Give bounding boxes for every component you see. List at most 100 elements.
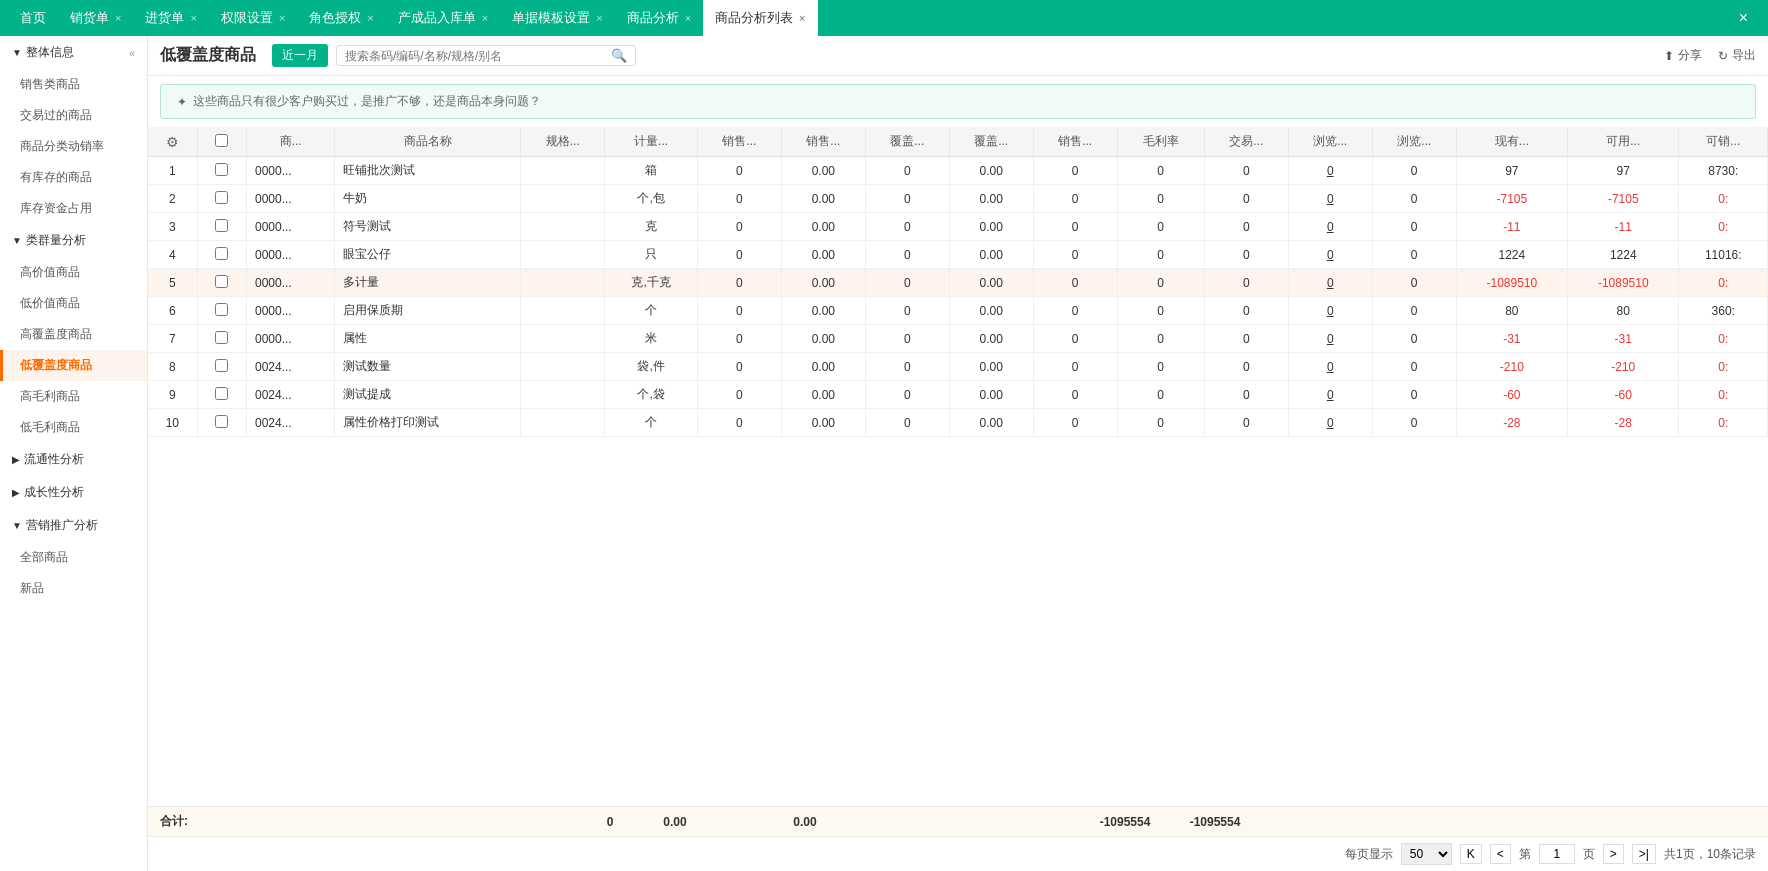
settings-icon[interactable]: ⚙ bbox=[166, 134, 179, 150]
sidebar-item-traded-goods[interactable]: 交易过的商品 bbox=[0, 100, 147, 131]
close-icon[interactable]: × bbox=[596, 12, 602, 24]
sidebar-section-growth[interactable]: ▶ 成长性分析 bbox=[0, 476, 147, 509]
export-button[interactable]: ↻ 导出 bbox=[1718, 47, 1756, 64]
column-checkbox[interactable] bbox=[197, 127, 246, 157]
row-view1[interactable]: 0 bbox=[1288, 409, 1372, 437]
sidebar-item-high-margin[interactable]: 高毛利商品 bbox=[0, 381, 147, 412]
close-icon[interactable]: × bbox=[482, 12, 488, 24]
sidebar-item-category-rate[interactable]: 商品分类动销率 bbox=[0, 131, 147, 162]
row-view1[interactable]: 0 bbox=[1288, 213, 1372, 241]
column-code[interactable]: 商... bbox=[246, 127, 334, 157]
sidebar-item-low-margin[interactable]: 低毛利商品 bbox=[0, 412, 147, 443]
collapse-icon[interactable]: « bbox=[129, 47, 135, 59]
row-view1[interactable]: 0 bbox=[1288, 353, 1372, 381]
column-stock1[interactable]: 现有... bbox=[1456, 127, 1567, 157]
nav-role-auth[interactable]: 角色授权 × bbox=[297, 0, 385, 36]
column-cov2[interactable]: 覆盖... bbox=[949, 127, 1033, 157]
row-select-checkbox[interactable] bbox=[215, 359, 228, 372]
row-select-checkbox[interactable] bbox=[215, 331, 228, 344]
row-checkbox[interactable] bbox=[197, 213, 246, 241]
nav-template-settings[interactable]: 单据模板设置 × bbox=[500, 0, 614, 36]
row-select-checkbox[interactable] bbox=[215, 387, 228, 400]
close-icon[interactable]: × bbox=[799, 12, 805, 24]
column-trade[interactable]: 交易... bbox=[1204, 127, 1288, 157]
sidebar-section-flow[interactable]: ▶ 流通性分析 bbox=[0, 443, 147, 476]
row-view1[interactable]: 0 bbox=[1288, 381, 1372, 409]
search-icon[interactable]: 🔍 bbox=[611, 48, 627, 63]
column-name[interactable]: 商品名称 bbox=[335, 127, 521, 157]
row-select-checkbox[interactable] bbox=[215, 191, 228, 204]
column-margin[interactable]: 毛利率 bbox=[1117, 127, 1204, 157]
sidebar-section-overall[interactable]: ▼ 整体信息 « bbox=[0, 36, 147, 69]
row-checkbox[interactable] bbox=[197, 241, 246, 269]
row-checkbox[interactable] bbox=[197, 185, 246, 213]
sidebar-item-in-stock[interactable]: 有库存的商品 bbox=[0, 162, 147, 193]
sidebar-item-stock-capital[interactable]: 库存资金占用 bbox=[0, 193, 147, 224]
column-view2[interactable]: 浏览... bbox=[1372, 127, 1456, 157]
row-checkbox[interactable] bbox=[197, 381, 246, 409]
close-icon[interactable]: × bbox=[115, 12, 121, 24]
sidebar-section-market[interactable]: ▼ 营销推广分析 bbox=[0, 509, 147, 542]
share-button[interactable]: ⬆ 分享 bbox=[1664, 47, 1702, 64]
nav-purchase-order[interactable]: 进货单 × bbox=[133, 0, 208, 36]
row-view1[interactable]: 0 bbox=[1288, 157, 1372, 185]
column-settings[interactable]: ⚙ bbox=[148, 127, 197, 157]
sidebar-item-low-coverage[interactable]: 低覆盖度商品 bbox=[0, 350, 147, 381]
column-stock2[interactable]: 可用... bbox=[1568, 127, 1679, 157]
period-button[interactable]: 近一月 bbox=[272, 44, 328, 67]
nav-product-instock[interactable]: 产成品入库单 × bbox=[386, 0, 500, 36]
nav-home[interactable]: 首页 bbox=[8, 0, 58, 36]
first-page-button[interactable]: K bbox=[1460, 844, 1482, 864]
column-view1[interactable]: 浏览... bbox=[1288, 127, 1372, 157]
last-page-button[interactable]: >| bbox=[1632, 844, 1656, 864]
page-number-input[interactable] bbox=[1539, 844, 1575, 864]
row-checkbox[interactable] bbox=[197, 325, 246, 353]
nav-product-analysis-list[interactable]: 商品分析列表 × bbox=[703, 0, 817, 36]
column-unit[interactable]: 计量... bbox=[605, 127, 698, 157]
close-icon[interactable]: × bbox=[367, 12, 373, 24]
row-view1[interactable]: 0 bbox=[1288, 241, 1372, 269]
row-select-checkbox[interactable] bbox=[215, 303, 228, 316]
row-select-checkbox[interactable] bbox=[215, 163, 228, 176]
row-view1[interactable]: 0 bbox=[1288, 269, 1372, 297]
column-spec[interactable]: 规格... bbox=[521, 127, 605, 157]
sidebar-item-high-coverage[interactable]: 高覆盖度商品 bbox=[0, 319, 147, 350]
row-select-checkbox[interactable] bbox=[215, 219, 228, 232]
page-size-select[interactable]: 20 50 100 bbox=[1401, 843, 1452, 865]
row-checkbox[interactable] bbox=[197, 269, 246, 297]
next-page-button[interactable]: > bbox=[1603, 844, 1624, 864]
row-trade: 0 bbox=[1204, 297, 1288, 325]
column-sales-amt[interactable]: 销售... bbox=[781, 127, 865, 157]
nav-permissions[interactable]: 权限设置 × bbox=[209, 0, 297, 36]
close-icon[interactable]: × bbox=[279, 12, 285, 24]
row-select-checkbox[interactable] bbox=[215, 275, 228, 288]
row-view1[interactable]: 0 bbox=[1288, 185, 1372, 213]
row-view1[interactable]: 0 bbox=[1288, 297, 1372, 325]
sidebar-item-all-goods[interactable]: 全部商品 bbox=[0, 542, 147, 573]
row-view1[interactable]: 0 bbox=[1288, 325, 1372, 353]
search-input[interactable] bbox=[345, 49, 611, 63]
select-all-checkbox[interactable] bbox=[215, 134, 228, 147]
column-stock3[interactable]: 可销... bbox=[1679, 127, 1768, 157]
column-sales-qty[interactable]: 销售... bbox=[697, 127, 781, 157]
row-checkbox[interactable] bbox=[197, 157, 246, 185]
prev-page-button[interactable]: < bbox=[1490, 844, 1511, 864]
sidebar-item-new-goods[interactable]: 新品 bbox=[0, 573, 147, 604]
row-select-checkbox[interactable] bbox=[215, 415, 228, 428]
row-checkbox[interactable] bbox=[197, 409, 246, 437]
row-select-checkbox[interactable] bbox=[215, 247, 228, 260]
column-sales3[interactable]: 销售... bbox=[1033, 127, 1117, 157]
close-icon[interactable]: × bbox=[190, 12, 196, 24]
sidebar-item-low-value[interactable]: 低价值商品 bbox=[0, 288, 147, 319]
row-checkbox[interactable] bbox=[197, 297, 246, 325]
row-checkbox[interactable] bbox=[197, 353, 246, 381]
close-icon[interactable]: × bbox=[685, 12, 691, 24]
sidebar-section-sku[interactable]: ▼ 类群量分析 bbox=[0, 224, 147, 257]
column-cov1[interactable]: 覆盖... bbox=[865, 127, 949, 157]
nav-product-analysis[interactable]: 商品分析 × bbox=[615, 0, 703, 36]
data-table-container[interactable]: ⚙ 商... 商品名称 规格... 计量... 销售... 销售... 覆盖..… bbox=[148, 127, 1768, 806]
nav-sales-order[interactable]: 销货单 × bbox=[58, 0, 133, 36]
window-close-button[interactable]: × bbox=[1727, 9, 1760, 27]
sidebar-item-sales-goods[interactable]: 销售类商品 bbox=[0, 69, 147, 100]
sidebar-item-high-value[interactable]: 高价值商品 bbox=[0, 257, 147, 288]
